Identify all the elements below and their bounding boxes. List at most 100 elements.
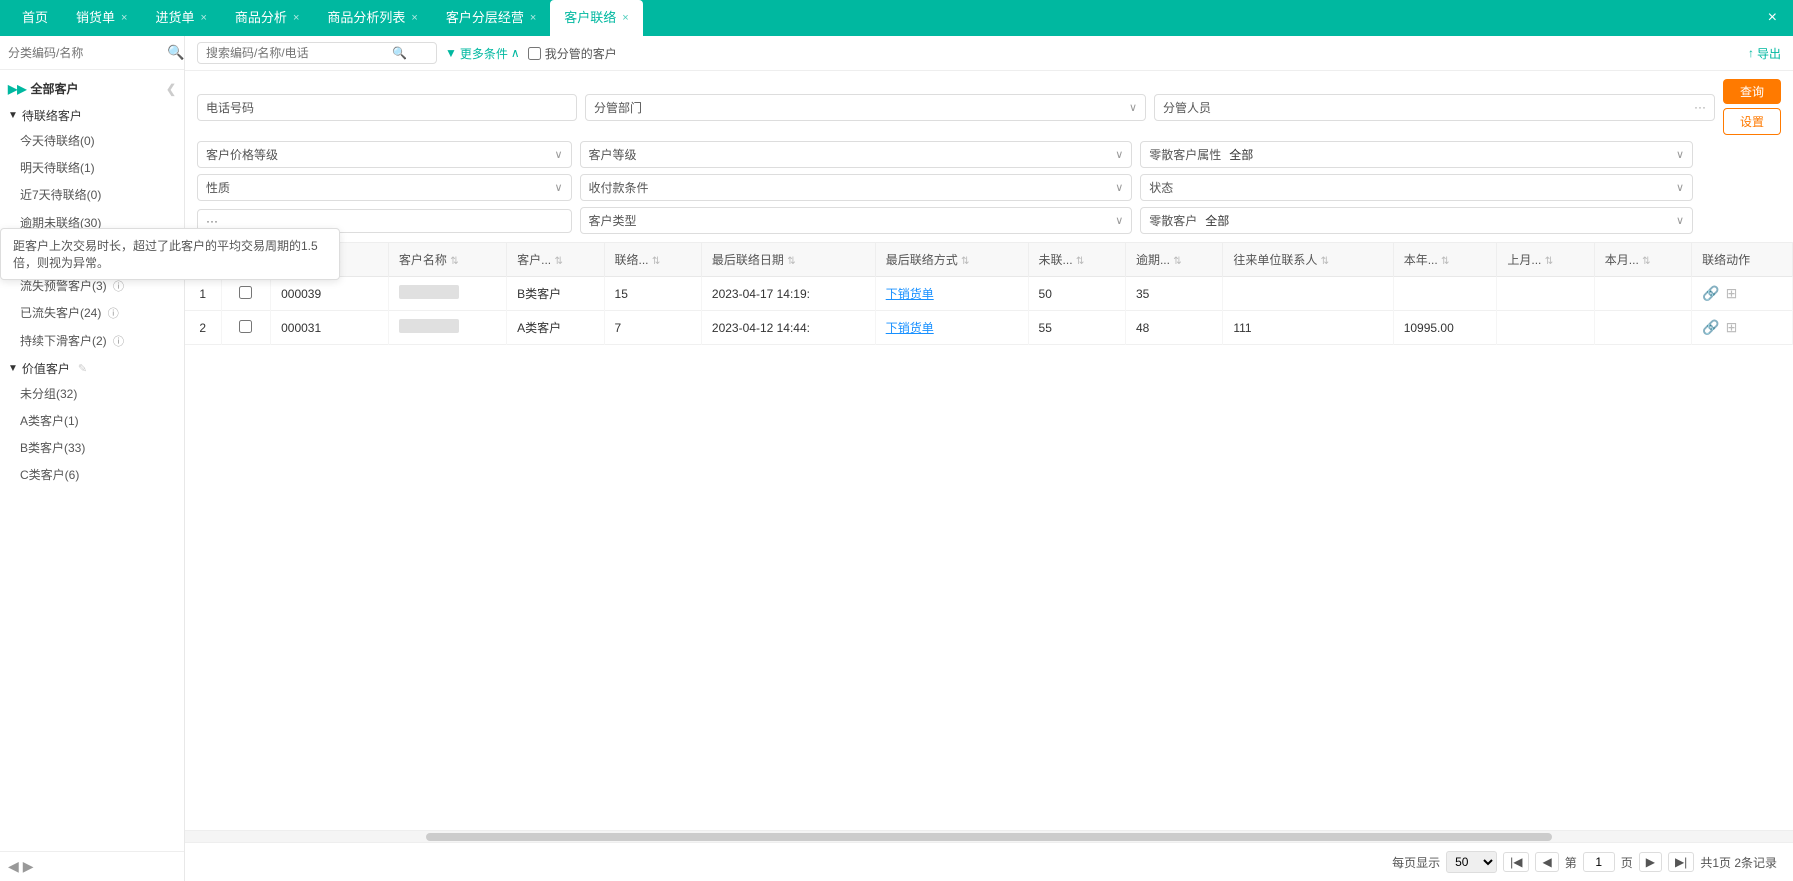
col-level: 客户... ⇅	[507, 243, 604, 277]
sidebar-item-ungrouped[interactable]: 未分组(32)	[0, 381, 184, 408]
sidebar-item-classB[interactable]: B类客户(33)	[0, 435, 184, 462]
sidebar-item-7days[interactable]: 近7天待联络(0)	[0, 182, 184, 209]
close-sales-icon[interactable]: ×	[121, 0, 127, 36]
sidebar-left-arrow[interactable]: ◀	[8, 858, 19, 875]
my-customers-checkbox[interactable]	[528, 47, 541, 60]
nav-item-customer-contact[interactable]: 客户联络 ×	[550, 0, 642, 36]
pagination-bar: 每页显示 50 20 100 |◀ ◀ 第 页 ▶ ▶| 共1页 2条记录	[185, 842, 1793, 881]
sidebar-group-waiting[interactable]: ▼ 待联络客户	[0, 103, 184, 128]
filter-customer-level[interactable]: 客户等级 ∨	[580, 141, 1133, 168]
sidebar-right-arrow[interactable]: ▶	[23, 858, 34, 875]
sort-level-icon[interactable]: ⇅	[554, 256, 562, 267]
action-link-icon-2[interactable]: 🔗	[1702, 319, 1719, 336]
sidebar-item-declining[interactable]: 持续下滑客户(2) ⓘ	[0, 328, 184, 356]
nav-item-analysis-list[interactable]: 商品分析列表 ×	[313, 0, 431, 36]
action-grid-icon-1[interactable]: ⊞	[1726, 285, 1738, 302]
nav-item-sales[interactable]: 销货单 ×	[62, 0, 141, 36]
close-customer-contact-icon[interactable]: ×	[622, 0, 628, 36]
per-page-select[interactable]: 50 20 100	[1446, 851, 1497, 873]
filter-search-input[interactable]	[206, 46, 386, 60]
sort-uncontact-icon[interactable]: ⇅	[1076, 256, 1084, 267]
sort-unitcontact-icon[interactable]: ⇅	[1321, 256, 1329, 267]
cell-overdue-1: 35	[1125, 277, 1222, 311]
payment-dropdown-icon: ∨	[1115, 181, 1123, 194]
sidebar-root-all-customers[interactable]: ▶▶ 全部客户 ❮	[0, 74, 184, 103]
sidebar-item-today[interactable]: 今天待联络(0)	[0, 128, 184, 155]
filter-customer-type[interactable]: 客户类型 ∨	[580, 207, 1133, 234]
settings-button[interactable]: 设置	[1723, 108, 1781, 135]
page-label: 第	[1565, 854, 1577, 871]
filter-icon: ▼	[445, 46, 457, 60]
close-purchase-icon[interactable]: ×	[200, 0, 206, 36]
close-all-button[interactable]: ×	[1768, 9, 1777, 27]
sort-thisyear-icon[interactable]: ⇅	[1441, 256, 1449, 267]
col-last-month: 上月... ⇅	[1497, 243, 1594, 277]
cell-checkbox-1	[221, 277, 271, 311]
sort-thismonth-icon[interactable]: ⇅	[1642, 256, 1650, 267]
method-link-2[interactable]: 下销货单	[886, 321, 934, 335]
value-arrow-icon: ▼	[8, 363, 18, 374]
retail-customer-dropdown-icon[interactable]: ∨	[1676, 214, 1684, 227]
sidebar-item-tomorrow[interactable]: 明天待联络(1)	[0, 155, 184, 182]
close-analysis-list-icon[interactable]: ×	[411, 0, 417, 36]
sort-date-icon[interactable]: ⇅	[787, 256, 795, 267]
row-checkbox-2[interactable]	[239, 320, 252, 333]
manager-label: 分管人员	[1163, 99, 1211, 116]
nav-item-customer-tier[interactable]: 客户分层经营 ×	[432, 0, 550, 36]
manager-dots-icon[interactable]: ···	[1694, 100, 1706, 114]
edit-icon[interactable]: ✎	[78, 362, 87, 375]
filter-dept[interactable]: 分管部门 ∨	[585, 94, 1146, 121]
filter-status[interactable]: 状态 ∨	[1140, 174, 1693, 201]
export-icon: ↑	[1748, 46, 1754, 60]
prev-page-button[interactable]: ◀	[1535, 852, 1558, 872]
nav-item-purchase[interactable]: 进货单 ×	[141, 0, 220, 36]
filter-nature[interactable]: 性质 ∨	[197, 174, 572, 201]
cell-uncontacted-2: 55	[1028, 311, 1125, 345]
dept-dropdown-icon: ∨	[1129, 101, 1137, 114]
info-icon-declining: ⓘ	[113, 336, 124, 348]
sidebar-item-classA[interactable]: A类客户(1)	[0, 408, 184, 435]
close-analysis-icon[interactable]: ×	[293, 0, 299, 36]
cell-name-2	[388, 311, 506, 345]
nav-item-home[interactable]: 首页	[8, 0, 62, 36]
sidebar-section-value[interactable]: ▼ 价值客户 ✎	[0, 356, 184, 381]
cell-thisyear-2: 10995.00	[1393, 311, 1497, 345]
more-filters-button[interactable]: ▼ 更多条件 ∧	[445, 45, 520, 62]
sidebar-collapse-arrow[interactable]: ❮	[166, 82, 176, 96]
export-button[interactable]: ↑ 导出	[1748, 45, 1781, 62]
sort-method-icon[interactable]: ⇅	[961, 256, 969, 267]
row-checkbox-1[interactable]	[239, 286, 252, 299]
waiting-arrow-icon: ▼	[8, 110, 18, 121]
page-number-input[interactable]	[1583, 852, 1615, 872]
nav-item-analysis[interactable]: 商品分析 ×	[221, 0, 313, 36]
sidebar-item-classC[interactable]: C类客户(6)	[0, 462, 184, 489]
horizontal-scrollbar[interactable]	[185, 830, 1793, 842]
sort-name-icon[interactable]: ⇅	[450, 256, 458, 267]
first-page-button[interactable]: |◀	[1503, 852, 1529, 872]
price-level-dropdown-icon: ∨	[554, 148, 562, 161]
filter-payment[interactable]: 收付款条件 ∨	[580, 174, 1133, 201]
sidebar-search-input[interactable]	[8, 46, 163, 60]
retail-attr-label: 零散客户属性	[1149, 146, 1221, 163]
retail-attr-dropdown-icon[interactable]: ∨	[1676, 148, 1684, 161]
sidebar-item-lost[interactable]: 已流失客户(24) ⓘ	[0, 300, 184, 328]
action-link-icon-1[interactable]: 🔗	[1702, 285, 1719, 302]
customer-type-label: 客户类型	[589, 212, 637, 229]
retail-customer-label: 零散客户	[1149, 212, 1197, 229]
action-grid-icon-2[interactable]: ⊞	[1726, 319, 1738, 336]
filter-price-level[interactable]: 客户价格等级 ∨	[197, 141, 572, 168]
sort-lastmonth-icon[interactable]: ⇅	[1545, 256, 1553, 267]
query-button[interactable]: 查询	[1723, 79, 1781, 104]
filter-bar: 🔍 ▼ 更多条件 ∧ 我分管的客户 ↑ 导出	[185, 36, 1793, 71]
sidebar-bottom: ◀ ▶	[0, 851, 184, 881]
method-link-1[interactable]: 下销货单	[886, 287, 934, 301]
cell-actions-1: 🔗 ⊞	[1692, 277, 1793, 311]
nature-label: 性质	[206, 179, 230, 196]
sort-overdue-icon[interactable]: ⇅	[1173, 256, 1181, 267]
last-page-button[interactable]: ▶|	[1668, 852, 1694, 872]
cell-lastmonth-1	[1497, 277, 1594, 311]
next-page-button[interactable]: ▶	[1639, 852, 1662, 872]
content-area: 🔍 ▼ 更多条件 ∧ 我分管的客户 ↑ 导出 电话号码	[185, 36, 1793, 881]
close-customer-tier-icon[interactable]: ×	[530, 0, 536, 36]
sort-contact-icon[interactable]: ⇅	[652, 256, 660, 267]
